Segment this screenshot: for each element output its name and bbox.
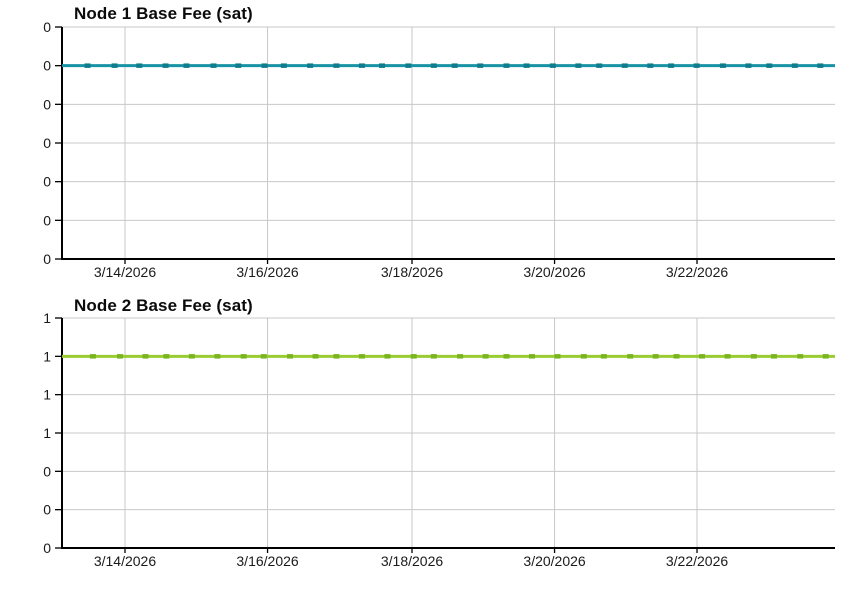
y-tick-label: 0	[43, 58, 51, 74]
x-tick-label: 3/16/2026	[236, 264, 298, 280]
y-tick-label: 0	[43, 96, 51, 112]
x-tick-label: 3/14/2026	[94, 553, 156, 569]
x-tick-label: 3/16/2026	[236, 553, 298, 569]
chart-node-1-base-fee: Node 1 Base Fee (sat) 00000003/14/20263/…	[0, 0, 860, 295]
x-tick-label: 3/22/2026	[666, 553, 728, 569]
y-tick-label: 0	[43, 540, 51, 556]
x-tick-label: 3/22/2026	[666, 264, 728, 280]
y-tick-label: 1	[43, 425, 51, 441]
charts-page: { "page": { "background": "#ffffff", "te…	[0, 0, 860, 600]
x-tick-label: 3/14/2026	[94, 264, 156, 280]
x-tick-label: 3/20/2026	[523, 264, 585, 280]
y-tick-label: 0	[43, 502, 51, 518]
x-tick-label: 3/20/2026	[523, 553, 585, 569]
y-tick-label: 0	[43, 135, 51, 151]
y-tick-label: 0	[43, 19, 51, 35]
y-tick-label: 1	[43, 348, 51, 364]
x-tick-label: 3/18/2026	[381, 264, 443, 280]
plot-area-node-2: 1 1 1 1 0 0 0 3/14/2026 3/16/2026 3/18/2026 3/20/2…	[0, 292, 860, 592]
y-tick-label: 0	[43, 251, 51, 267]
chart-node-2-base-fee: Node 2 Base Fee (sat) 11110003/14/20263/…	[0, 292, 860, 592]
y-tick-label: 0	[43, 212, 51, 228]
y-tick-label: 1	[43, 310, 51, 326]
plot-area-node-1: 0 0 0 0 0 0 0 3/14/2026 3/16/2026 3/18/2026 3/20/2…	[0, 0, 860, 295]
y-tick-label: 0	[43, 463, 51, 479]
x-tick-label: 3/18/2026	[381, 553, 443, 569]
y-tick-label: 0	[43, 174, 51, 190]
y-tick-label: 1	[43, 387, 51, 403]
